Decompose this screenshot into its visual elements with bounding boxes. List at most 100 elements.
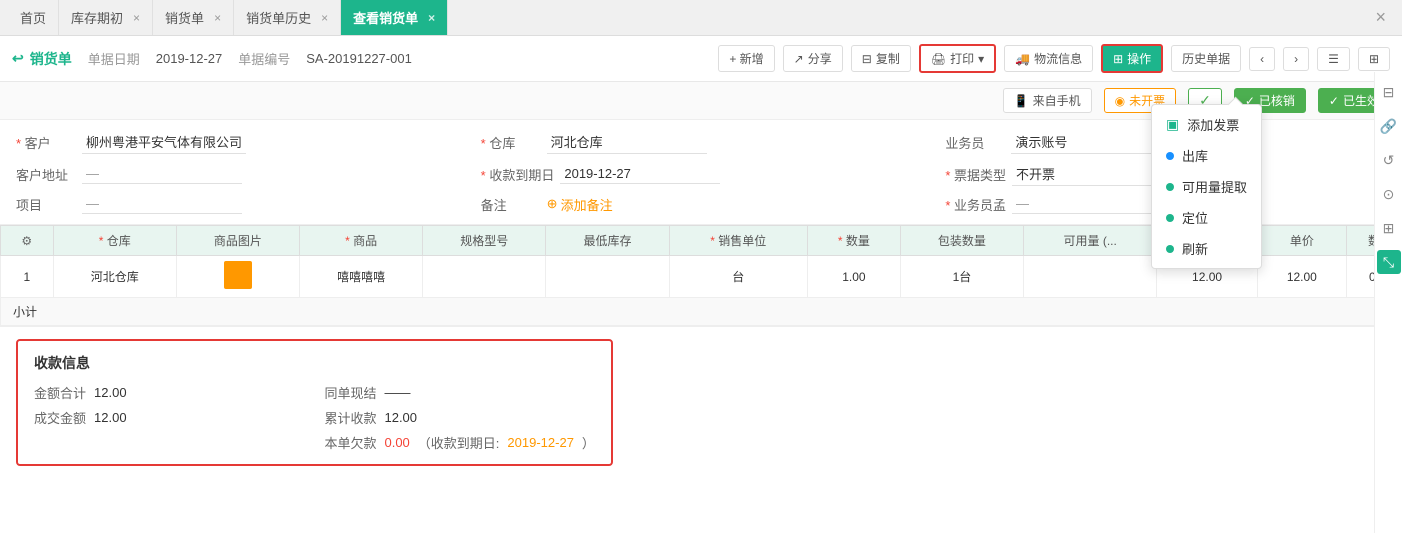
row-qty: 1.00 xyxy=(807,256,900,298)
cumulative-value: 12.00 xyxy=(384,410,417,425)
operation-dropdown: ▣ 添加发票 出库 可用量提取 定位 刷新 xyxy=(1151,104,1262,269)
ticket-icon: ◉ xyxy=(1115,94,1125,108)
from-phone-btn[interactable]: 📱 来自手机 xyxy=(1003,88,1092,113)
copy-btn[interactable]: ⊟ 复制 xyxy=(851,45,911,72)
print-dropdown-icon: ▾ xyxy=(978,52,984,66)
menu-refresh[interactable]: 刷新 xyxy=(1152,233,1261,264)
prev-btn[interactable]: ‹ xyxy=(1249,47,1275,71)
total-value: 12.00 xyxy=(94,385,127,400)
col-settings[interactable]: ⚙ xyxy=(1,226,54,256)
ticket-type-value[interactable]: 不开票 xyxy=(1012,162,1172,186)
close-sales-order[interactable]: × xyxy=(214,11,221,25)
doc-icon: ↩ xyxy=(12,50,24,67)
copy-icon: ⊟ xyxy=(862,52,872,66)
due-date-label: 收款到期日 xyxy=(481,165,555,184)
doc-title: ↩ 销货单 xyxy=(12,49,72,69)
sidebar-icon-link[interactable]: 🔗 xyxy=(1377,114,1401,138)
close-window-btn[interactable]: × xyxy=(1367,7,1394,28)
col-available: 可用量 (... xyxy=(1024,226,1157,256)
effective-icon: ✓ xyxy=(1329,94,1339,108)
tab-view-sales[interactable]: 查看销货单 × xyxy=(341,0,448,35)
date-value: 2019-12-27 xyxy=(156,51,223,66)
share-icon: ↗ xyxy=(794,52,804,66)
print-icon: 🖨 xyxy=(931,52,946,66)
menu-outbound[interactable]: 出库 xyxy=(1152,140,1261,171)
add-note-btn[interactable]: ⊕ 添加备注 xyxy=(547,195,613,214)
gear-icon: ⚙ xyxy=(21,234,32,248)
date-label: 单据日期 xyxy=(88,49,140,68)
customer-field: 客户 柳州粤港平安气体有限公司 xyxy=(16,130,457,154)
row-min-stock xyxy=(546,256,669,298)
number-value: SA-20191227-001 xyxy=(306,51,412,66)
available-qty-dot xyxy=(1166,183,1174,191)
menu-available-qty[interactable]: 可用量提取 xyxy=(1152,171,1261,202)
sidebar-icon-expand[interactable]: ⤡ xyxy=(1377,250,1401,274)
subtotal-row: 小计 xyxy=(1,298,1402,326)
close-inventory-init[interactable]: × xyxy=(133,11,140,25)
due-date-field: 收款到期日 2019-12-27 xyxy=(481,164,922,184)
warehouse-field: 仓库 河北仓库 xyxy=(481,130,922,154)
logistics-btn[interactable]: 🚚 物流信息 xyxy=(1004,45,1093,72)
close-view-sales[interactable]: × xyxy=(428,11,435,25)
address-field: 客户地址 — xyxy=(16,164,457,184)
tab-home[interactable]: 首页 xyxy=(8,0,59,35)
tab-inventory-init[interactable]: 库存期初 × xyxy=(59,0,153,35)
balance-row: 本单欠款 0.00 （收款到期日: 2019-12-27 ） xyxy=(324,433,594,452)
row-price: 12.00 xyxy=(1257,256,1346,298)
sidebar-icon-user[interactable]: ⊙ xyxy=(1377,182,1401,206)
balance-note: （收款到期日: xyxy=(418,433,500,452)
share-btn[interactable]: ↗ 分享 xyxy=(783,45,843,72)
col-min-stock: 最低库存 xyxy=(546,226,669,256)
warehouse-value[interactable]: 河北仓库 xyxy=(547,130,707,154)
sidebar-icon-refresh[interactable]: ↺ xyxy=(1377,148,1401,172)
menu-add-invoice[interactable]: ▣ 添加发票 xyxy=(1152,109,1261,140)
add-invoice-icon: ▣ xyxy=(1166,116,1179,133)
main-content: ↩ 销货单 单据日期 2019-12-27 单据编号 SA-20191227-0… xyxy=(0,36,1402,533)
same-order-row: 同单现结 —— xyxy=(324,383,594,402)
close-sales-history[interactable]: × xyxy=(321,11,328,25)
payment-info: 收款信息 金额合计 12.00 同单现结 —— 成交金额 12.00 累计收款 … xyxy=(16,339,613,466)
row-spec xyxy=(423,256,546,298)
total-row: 金额合计 12.00 xyxy=(34,383,304,402)
next-btn[interactable]: › xyxy=(1283,47,1309,71)
staff2-value[interactable]: — xyxy=(1012,194,1172,214)
right-sidebar: ⊟ 🔗 ↺ ⊙ ⊞ ⤡ xyxy=(1374,72,1402,533)
col-unit: * 销售单位 xyxy=(669,226,807,256)
menu-locate[interactable]: 定位 xyxy=(1152,202,1261,233)
cumulative-row: 累计收款 12.00 xyxy=(324,408,594,427)
address-value[interactable]: — xyxy=(82,164,242,184)
same-order-value: —— xyxy=(384,385,410,400)
doc-meta: 单据日期 2019-12-27 单据编号 SA-20191227-001 xyxy=(88,49,412,68)
logistics-icon: 🚚 xyxy=(1015,52,1030,66)
payment-title: 收款信息 xyxy=(34,353,595,373)
row-unit: 台 xyxy=(669,256,807,298)
tab-bar: 首页 库存期初 × 销货单 × 销货单历史 × 查看销货单 × × xyxy=(0,0,1402,36)
balance-value: 0.00 xyxy=(384,435,409,450)
col-image: 商品图片 xyxy=(176,226,299,256)
cumulative-label: 累计收款 xyxy=(324,408,376,427)
project-value[interactable]: — xyxy=(82,194,242,214)
grid-view-btn[interactable]: ⊞ xyxy=(1358,47,1390,71)
new-btn[interactable]: + 新增 xyxy=(718,45,774,72)
row-warehouse: 河北仓库 xyxy=(53,256,176,298)
sidebar-icon-layout[interactable]: ⊟ xyxy=(1377,80,1401,104)
print-btn[interactable]: 🖨 打印 ▾ xyxy=(919,44,996,73)
refresh-dot xyxy=(1166,245,1174,253)
col-qty: * 数量 xyxy=(807,226,900,256)
balance-due-date: 2019-12-27 xyxy=(507,435,574,450)
operation-btn[interactable]: ⊞ 操作 xyxy=(1101,44,1163,73)
history-btn[interactable]: 历史单据 xyxy=(1171,45,1241,72)
balance-label: 本单欠款 xyxy=(324,433,376,452)
doc-header: ↩ 销货单 单据日期 2019-12-27 单据编号 SA-20191227-0… xyxy=(0,36,1402,82)
customer-value[interactable]: 柳州粤港平安气体有限公司 xyxy=(82,130,246,154)
sidebar-icon-clipboard[interactable]: ⊞ xyxy=(1377,216,1401,240)
add-icon: ⊕ xyxy=(547,196,558,212)
due-date-value[interactable]: 2019-12-27 xyxy=(560,164,720,184)
tab-sales-history[interactable]: 销货单历史 × xyxy=(234,0,341,35)
warehouse-label: 仓库 xyxy=(481,133,541,152)
col-price: 单价 xyxy=(1257,226,1346,256)
row-product: 嘻嘻嘻嘻 xyxy=(299,256,422,298)
customer-label: 客户 xyxy=(16,133,76,152)
list-view-btn[interactable]: ☰ xyxy=(1317,47,1350,71)
tab-sales-order[interactable]: 销货单 × xyxy=(153,0,234,35)
